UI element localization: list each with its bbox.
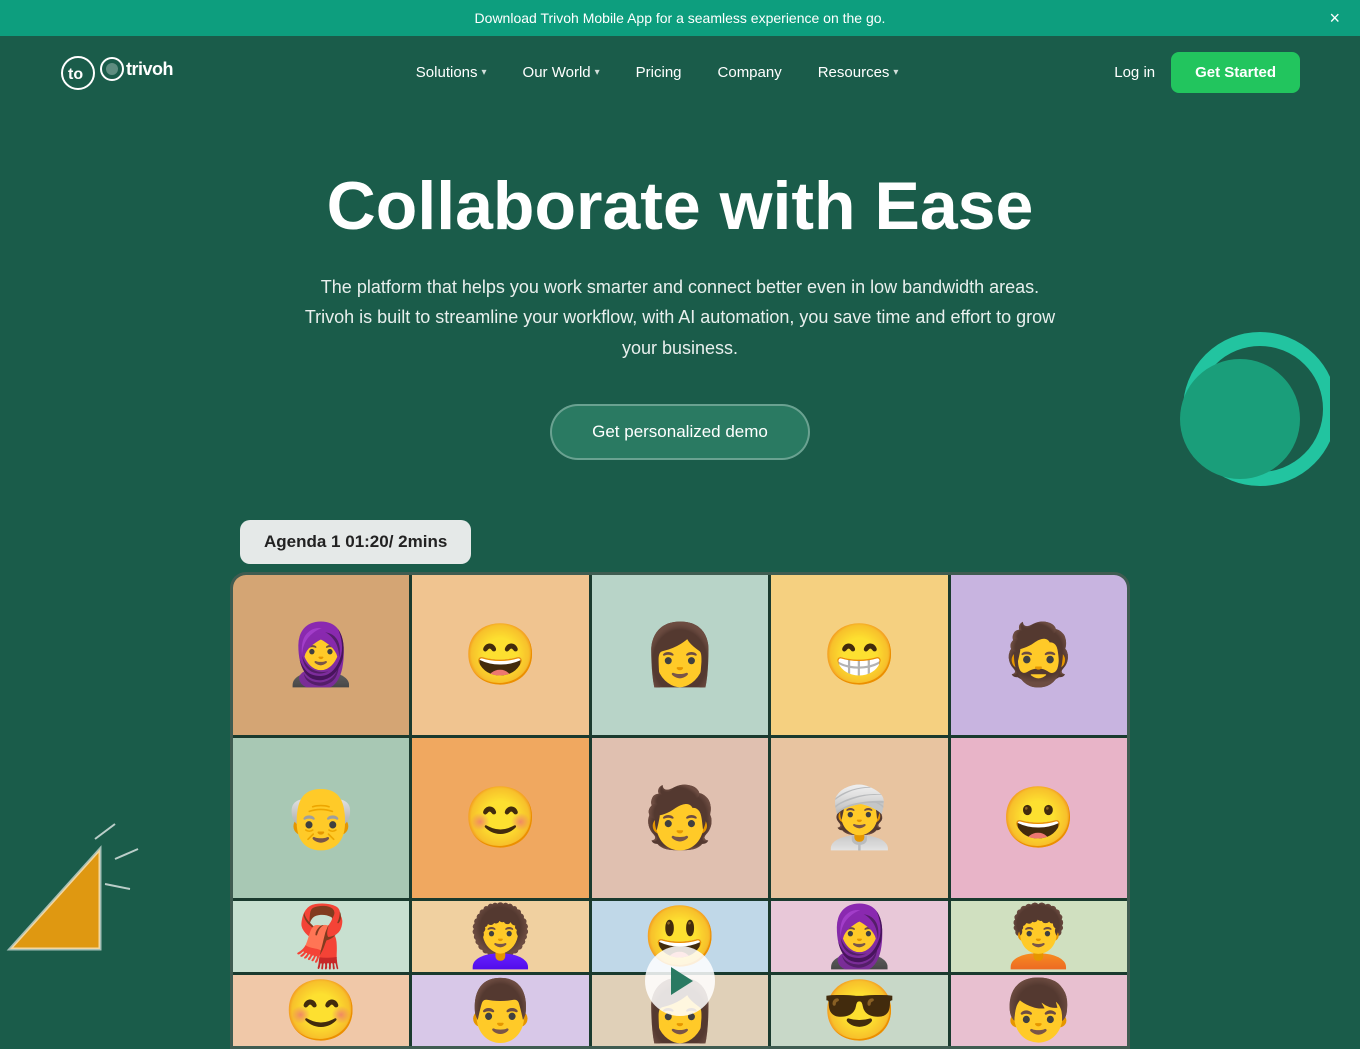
logo-text: trivoh [100,54,200,91]
person-emoji: 👴 [233,738,409,898]
our-world-chevron-icon: ▾ [595,67,600,78]
hero-subtext: The platform that helps you work smarter… [300,272,1060,364]
announcement-text: Download Trivoh Mobile App for a seamles… [475,10,886,26]
face-cell: 👦 [951,975,1127,1046]
face-cell: 🧑‍🦱 [951,901,1127,972]
face-cell: 🧕 [233,575,409,735]
face-cell: 😄 [412,575,588,735]
person-emoji: 😊 [412,738,588,898]
person-emoji: 🧑‍🦱 [951,901,1127,972]
person-emoji: 🧕 [233,575,409,735]
face-cell: 🧕 [771,901,947,972]
face-cell: 😁 [771,575,947,735]
face-cell: 😊 [412,738,588,898]
navbar: to trivoh Solutions ▾ Our World ▾ Pricin… [0,36,1360,109]
face-cell: 👨 [412,975,588,1046]
face-cell: 🧑 [592,738,768,898]
face-cell: 🧔 [951,575,1127,735]
face-cell: 👳 [771,738,947,898]
hero-headline: Collaborate with Ease [327,169,1034,244]
face-cell: 👴 [233,738,409,898]
nav-our-world[interactable]: Our World ▾ [509,56,614,89]
svg-text:to: to [68,66,83,83]
announcement-close-button[interactable]: × [1329,9,1340,27]
play-icon [671,967,693,995]
person-emoji: 👳 [771,738,947,898]
nav-pricing[interactable]: Pricing [622,56,696,89]
hero-section: Collaborate with Ease The platform that … [0,109,1360,1049]
nav-solutions[interactable]: Solutions ▾ [402,56,501,89]
decorative-circles [1170,329,1330,494]
nav-actions: Log in Get Started [1114,52,1300,93]
person-emoji: 😁 [771,575,947,735]
person-emoji: 😊 [233,975,409,1046]
solutions-chevron-icon: ▾ [482,67,487,78]
play-button[interactable] [645,946,715,1016]
nav-company[interactable]: Company [704,56,796,89]
nav-links: Solutions ▾ Our World ▾ Pricing Company … [402,56,913,89]
person-emoji: 👦 [951,975,1127,1046]
person-emoji: 😀 [951,738,1127,898]
announcement-bar: Download Trivoh Mobile App for a seamles… [0,0,1360,36]
resources-chevron-icon: ▾ [893,67,898,78]
person-emoji: 🧣 [233,901,409,972]
person-emoji: 😎 [771,975,947,1046]
svg-text:trivoh: trivoh [126,59,173,79]
login-button[interactable]: Log in [1114,64,1155,81]
face-cell: 😊 [233,975,409,1046]
decorative-triangle [0,819,130,949]
face-cell: 👩 [592,575,768,735]
get-started-button[interactable]: Get Started [1171,52,1300,93]
face-cell: 👩‍🦱 [412,901,588,972]
person-emoji: 👨 [412,975,588,1046]
person-emoji: 👩 [592,575,768,735]
nav-resources[interactable]: Resources ▾ [804,56,913,89]
face-cell: 🧣 [233,901,409,972]
agenda-badge: Agenda 1 01:20/ 2mins [240,520,471,564]
person-emoji: 🧕 [771,901,947,972]
person-emoji: 😄 [412,575,588,735]
video-preview: Agenda 1 01:20/ 2mins 🧕😄👩😁🧔👴😊🧑👳😀🧣👩‍🦱😃🧕🧑‍… [230,520,1130,1049]
person-emoji: 🧔 [951,575,1127,735]
face-cell: 😎 [771,975,947,1046]
video-grid: 🧕😄👩😁🧔👴😊🧑👳😀🧣👩‍🦱😃🧕🧑‍🦱😊👨👩😎👦 [230,572,1130,1049]
face-cell: 😀 [951,738,1127,898]
person-emoji: 👩‍🦱 [412,901,588,972]
person-emoji: 🧑 [592,738,768,898]
logo[interactable]: to trivoh [60,54,200,91]
demo-button[interactable]: Get personalized demo [550,404,810,460]
